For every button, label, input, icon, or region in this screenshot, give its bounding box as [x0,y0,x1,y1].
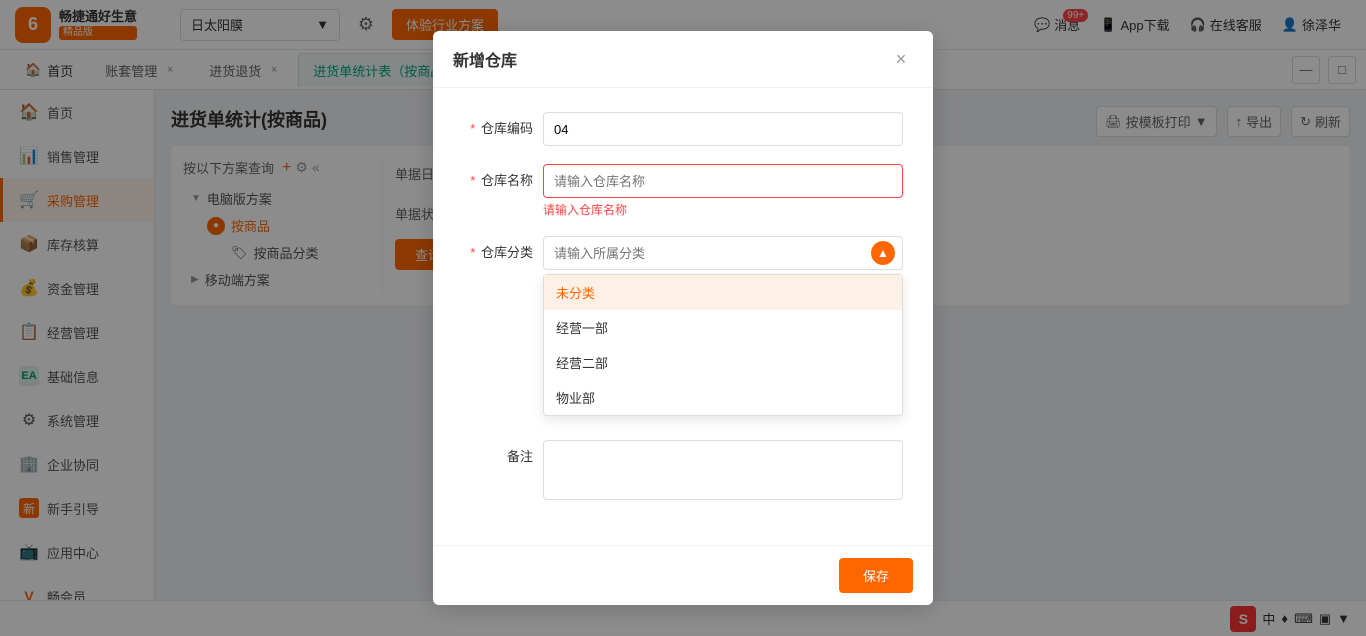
dialog-body: * 仓库编码 * 仓库名称 请输入仓库名称 [433,88,933,545]
code-input[interactable] [543,112,903,146]
category-arrow-icon[interactable]: ▲ [871,241,895,265]
form-row-note: 备注 [463,440,903,503]
dropdown-item-dept1[interactable]: 经营一部 [544,310,902,345]
dialog-close-button[interactable]: × [889,47,913,71]
category-control: ▲ 未分类 经营一部 经营二部 物业部 [543,236,903,270]
dialog-header: 新增仓库 × [433,31,933,88]
dropdown-item-dept3[interactable]: 物业部 [544,380,902,415]
category-dropdown: 未分类 经营一部 经营二部 物业部 [543,274,903,416]
category-select-wrap: ▲ [543,236,903,270]
note-textarea[interactable] [543,440,903,500]
code-label: * 仓库编码 [463,112,543,137]
name-error-text: 请输入仓库名称 [543,201,903,218]
form-row-category: * 仓库分类 ▲ 未分类 经营一部 经营二部 物业部 [463,236,903,270]
dropdown-item-dept2[interactable]: 经营二部 [544,345,902,380]
dialog-footer: 保存 [433,545,933,605]
note-label: 备注 [463,440,543,465]
name-control: 请输入仓库名称 [543,164,903,218]
category-label: * 仓库分类 [463,236,543,261]
dialog-overlay[interactable]: 新增仓库 × * 仓库编码 * 仓库名称 [0,0,1366,636]
note-control [543,440,903,503]
form-row-code: * 仓库编码 [463,112,903,146]
new-warehouse-dialog: 新增仓库 × * 仓库编码 * 仓库名称 [433,31,933,605]
dropdown-item-none[interactable]: 未分类 [544,275,902,310]
name-label: * 仓库名称 [463,164,543,189]
save-button[interactable]: 保存 [839,558,913,593]
form-row-name: * 仓库名称 请输入仓库名称 [463,164,903,218]
name-input[interactable] [543,164,903,198]
category-input[interactable] [543,236,903,270]
code-control [543,112,903,146]
dialog-title: 新增仓库 [453,47,517,71]
